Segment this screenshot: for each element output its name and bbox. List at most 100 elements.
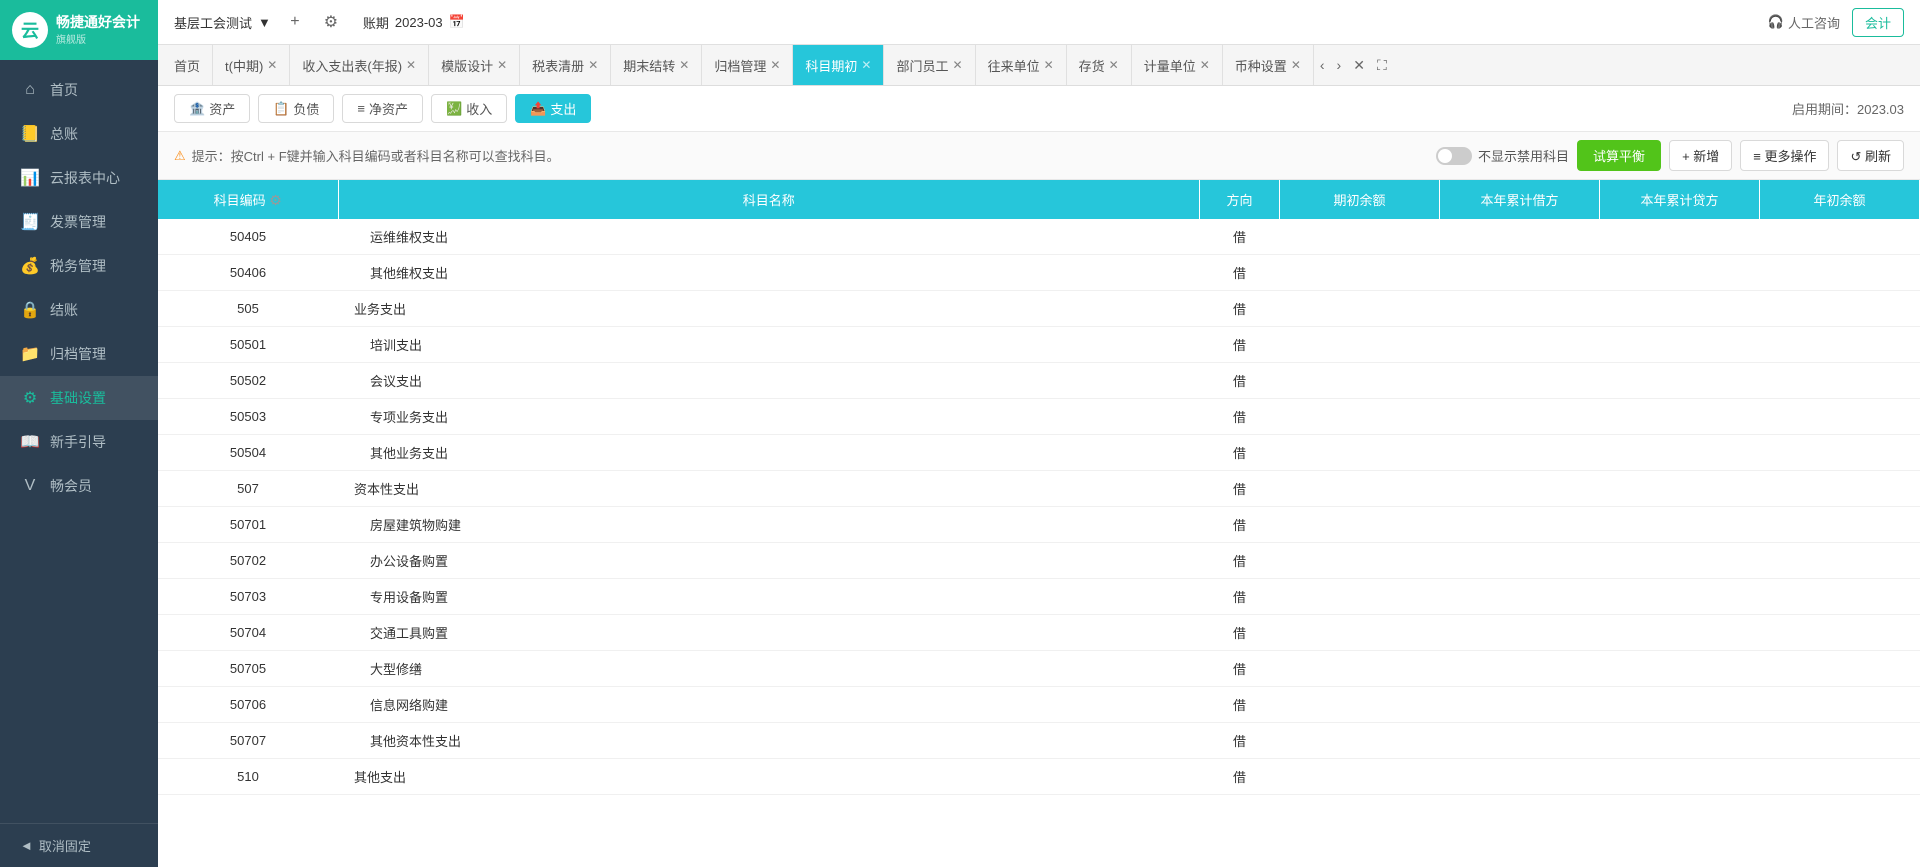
- cell-name: 房屋建筑物购建: [338, 507, 1200, 543]
- tab-next-button[interactable]: ›: [1331, 53, 1348, 77]
- col-settings-icon[interactable]: ⚙: [269, 192, 282, 208]
- tab-period[interactable]: t(中期) ✕: [213, 45, 290, 85]
- sidebar-item-invoice[interactable]: 🧾 发票管理: [0, 200, 158, 244]
- cell-code: 50503: [158, 399, 338, 435]
- tab-dept[interactable]: 部门员工 ✕: [884, 45, 975, 85]
- cell-code: 50707: [158, 723, 338, 759]
- tab-tax[interactable]: 税表清册 ✕: [520, 45, 611, 85]
- hint-text: 提示：按Ctrl + F键并输入科目编码或者科目名称可以查找科目。: [192, 146, 560, 165]
- balance-button[interactable]: 试算平衡: [1577, 140, 1661, 171]
- tab-currency-close[interactable]: ✕: [1291, 58, 1301, 72]
- table-row[interactable]: 50406其他维权支出借: [158, 255, 1920, 291]
- cell-name: 其他维权支出: [338, 255, 1200, 291]
- table-row[interactable]: 50707其他资本性支出借: [158, 723, 1920, 759]
- tab-period-end-close[interactable]: ✕: [679, 58, 689, 72]
- table-row[interactable]: 50701房屋建筑物购建借: [158, 507, 1920, 543]
- table-row[interactable]: 505业务支出借: [158, 291, 1920, 327]
- sidebar-item-settings[interactable]: ⚙ 基础设置: [0, 376, 158, 420]
- tab-dept-close[interactable]: ✕: [953, 58, 963, 72]
- tab-unit[interactable]: 计量单位 ✕: [1132, 45, 1223, 85]
- sidebar-item-home[interactable]: ⌂ 首页: [0, 68, 158, 112]
- topbar: 基层工会测试 ▼ + ⚙ 账期 2023-03 📅 🎧 人工咨询 会计: [158, 0, 1920, 45]
- tab-contacts-close[interactable]: ✕: [1044, 58, 1054, 72]
- tab-period-close[interactable]: ✕: [267, 58, 277, 72]
- content-area: 🏦 资产 📋 负债 ≡ 净资产 💹 收入 📤 支出 启用期间：2023.03: [158, 86, 1920, 867]
- settings-button[interactable]: ⚙: [319, 10, 343, 34]
- tab-contacts[interactable]: 往来单位 ✕: [976, 45, 1067, 85]
- reports-icon: 📊: [20, 168, 40, 188]
- tab-prev-button[interactable]: ‹: [1314, 53, 1331, 77]
- table-row[interactable]: 50706信息网络购建借: [158, 687, 1920, 723]
- toggle-disabled[interactable]: 不显示禁用科目: [1436, 146, 1569, 165]
- tab-subject-init[interactable]: 科目期初 ✕: [793, 45, 884, 85]
- project-selector[interactable]: 基层工会测试 ▼: [174, 13, 271, 32]
- sidebar-item-member[interactable]: V 畅会员: [0, 464, 158, 508]
- period-display: 账期 2023-03 📅: [363, 13, 465, 32]
- table-row[interactable]: 507资本性支出借: [158, 471, 1920, 507]
- sidebar-nav: ⌂ 首页 📒 总账 📊 云报表中心 🧾 发票管理 💰 税务管理 🔒 结账 📁 归…: [0, 60, 158, 823]
- col-header-dir: 方向: [1200, 180, 1280, 219]
- subtab-liability[interactable]: 📋 负债: [258, 94, 334, 123]
- cell-direction: 借: [1200, 363, 1280, 399]
- sidebar-label-reports: 云报表中心: [50, 168, 120, 188]
- subtab-income[interactable]: 💹 收入: [431, 94, 507, 123]
- close-icon: 🔒: [20, 300, 40, 320]
- tab-income-close[interactable]: ✕: [406, 58, 416, 72]
- toggle-switch-control[interactable]: [1436, 147, 1472, 165]
- tab-period-end[interactable]: 期末结转 ✕: [611, 45, 702, 85]
- tab-unit-close[interactable]: ✕: [1200, 58, 1210, 72]
- cell-balance: [1280, 543, 1440, 579]
- add-project-button[interactable]: +: [283, 10, 307, 34]
- tab-currency[interactable]: 币种设置 ✕: [1223, 45, 1314, 85]
- help-button[interactable]: 🎧 人工咨询: [1768, 13, 1840, 32]
- table-row[interactable]: 50702办公设备购置借: [158, 543, 1920, 579]
- sidebar: 云 畅捷通好会计 旗舰版 ⌂ 首页 📒 总账 📊 云报表中心 🧾 发票管理 💰 …: [0, 0, 158, 867]
- tab-close-all-button[interactable]: ✕: [1347, 53, 1371, 78]
- cell-direction: 借: [1200, 543, 1280, 579]
- refresh-button[interactable]: ↺ 刷新: [1837, 140, 1904, 171]
- sidebar-item-tax[interactable]: 💰 税务管理: [0, 244, 158, 288]
- tab-template[interactable]: 模版设计 ✕: [429, 45, 520, 85]
- add-button[interactable]: + 新增: [1669, 140, 1732, 171]
- collapse-icon: ◄: [20, 838, 33, 853]
- tab-tax-close[interactable]: ✕: [588, 58, 598, 72]
- sidebar-item-archive[interactable]: 📁 归档管理: [0, 332, 158, 376]
- more-button[interactable]: ≡ 更多操作: [1740, 140, 1829, 171]
- tab-subject-init-close[interactable]: ✕: [861, 58, 871, 72]
- cell-balance: [1280, 255, 1440, 291]
- tab-period-end-label: 期末结转: [623, 56, 675, 75]
- toolbar-right: 不显示禁用科目 试算平衡 + 新增 ≡ 更多操作 ↺ 刷新: [1436, 140, 1904, 171]
- subtab-asset[interactable]: 🏦 资产: [174, 94, 250, 123]
- table-row[interactable]: 50405运维维权支出借: [158, 219, 1920, 255]
- cell-year-balance: [1760, 399, 1920, 435]
- table-row[interactable]: 50705大型修缮借: [158, 651, 1920, 687]
- subtab-expense[interactable]: 📤 支出: [515, 94, 591, 123]
- archive-icon: 📁: [20, 344, 40, 364]
- tab-income[interactable]: 收入支出表(年报) ✕: [290, 45, 429, 85]
- tab-expand-button[interactable]: ⛶: [1371, 53, 1393, 78]
- subtab-equity[interactable]: ≡ 净资产: [342, 94, 423, 123]
- cell-name: 专用设备购置: [338, 579, 1200, 615]
- tab-inventory-close[interactable]: ✕: [1109, 58, 1119, 72]
- table-row[interactable]: 50503专项业务支出借: [158, 399, 1920, 435]
- sidebar-collapse[interactable]: ◄ 取消固定: [0, 823, 158, 867]
- cell-credit: [1600, 327, 1760, 363]
- table-row[interactable]: 50704交通工具购置借: [158, 615, 1920, 651]
- sidebar-item-reports[interactable]: 📊 云报表中心: [0, 156, 158, 200]
- table-row[interactable]: 50502会议支出借: [158, 363, 1920, 399]
- tab-template-close[interactable]: ✕: [497, 58, 507, 72]
- tab-archive-close[interactable]: ✕: [770, 58, 780, 72]
- table-row[interactable]: 510其他支出借: [158, 759, 1920, 795]
- account-button[interactable]: 会计: [1852, 8, 1904, 37]
- cell-direction: 借: [1200, 327, 1280, 363]
- sidebar-item-close[interactable]: 🔒 结账: [0, 288, 158, 332]
- tab-archive[interactable]: 归档管理 ✕: [702, 45, 793, 85]
- sidebar-item-guide[interactable]: 📖 新手引导: [0, 420, 158, 464]
- table-row[interactable]: 50703专用设备购置借: [158, 579, 1920, 615]
- tab-inventory[interactable]: 存货 ✕: [1067, 45, 1132, 85]
- table-row[interactable]: 50501培训支出借: [158, 327, 1920, 363]
- tab-home[interactable]: 首页: [162, 45, 213, 85]
- sidebar-item-ledger[interactable]: 📒 总账: [0, 112, 158, 156]
- cell-year-balance: [1760, 723, 1920, 759]
- table-row[interactable]: 50504其他业务支出借: [158, 435, 1920, 471]
